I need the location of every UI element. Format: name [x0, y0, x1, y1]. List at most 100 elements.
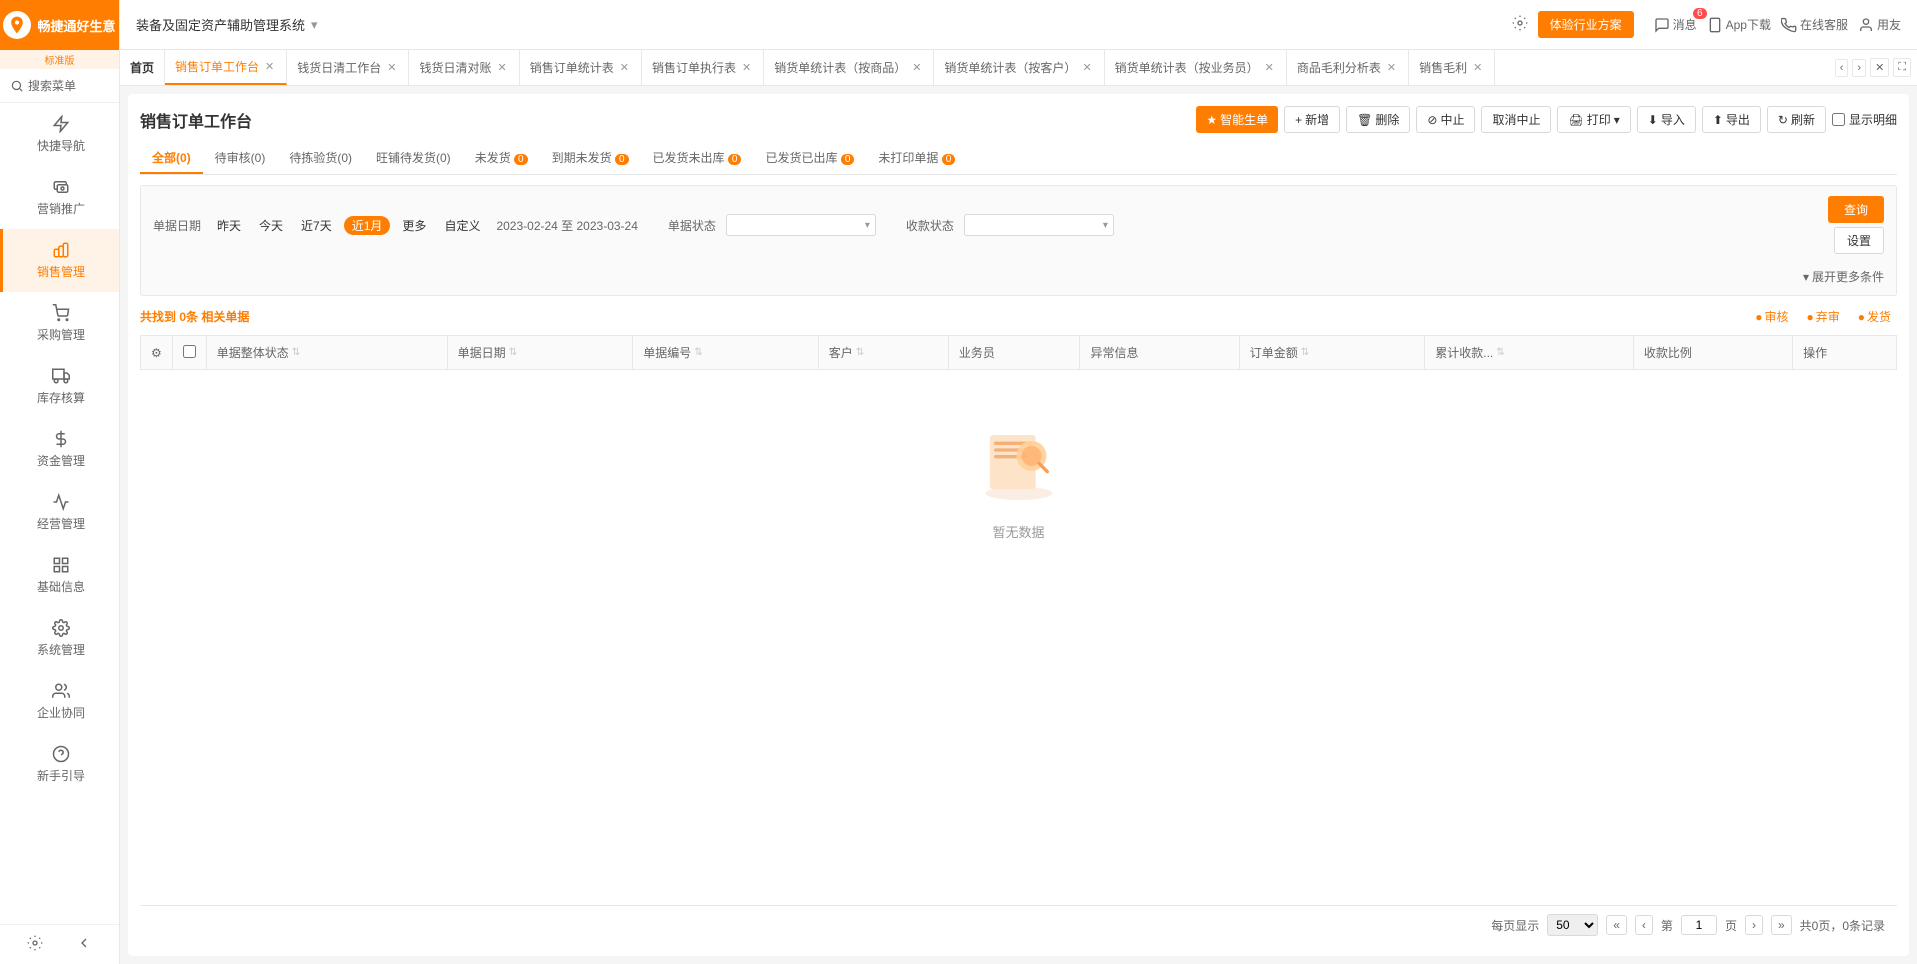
stop-button[interactable]: ⊘ 中止: [1416, 106, 1475, 133]
tab-cash-daily[interactable]: 钱货日清工作台 ✕: [287, 50, 409, 85]
sidebar-collapse-icon[interactable]: [76, 935, 92, 954]
select-all-checkbox[interactable]: [183, 345, 196, 358]
subtab-unshipped[interactable]: 未发货 0: [463, 143, 540, 174]
date-btn-1month[interactable]: 近1月: [344, 216, 391, 235]
tab-sales-summary-customer[interactable]: 销货单统计表（按客户） ✕: [934, 50, 1104, 85]
tab-cash-reconcile-close[interactable]: ✕: [496, 60, 509, 75]
next-page-btn[interactable]: ›: [1745, 915, 1763, 935]
sidebar-item-guide[interactable]: 新手引导: [0, 733, 119, 796]
sort-amount-icon[interactable]: ⇅: [1301, 347, 1309, 358]
last-page-btn[interactable]: »: [1771, 915, 1792, 935]
sort-collected-icon[interactable]: ⇅: [1496, 347, 1504, 358]
sidebar-item-operation[interactable]: 经营管理: [0, 481, 119, 544]
sort-date-icon[interactable]: ⇅: [509, 347, 517, 358]
tab-next-btn[interactable]: ›: [1852, 59, 1866, 77]
sidebar-item-purchase[interactable]: 采购管理: [0, 292, 119, 355]
first-page-btn[interactable]: «: [1606, 915, 1627, 935]
sidebar-item-marketing[interactable]: 营销推广: [0, 166, 119, 229]
tab-product-margin[interactable]: 商品毛利分析表 ✕: [1287, 50, 1409, 85]
show-detail-checkbox[interactable]: [1832, 113, 1845, 126]
tab-cash-reconcile[interactable]: 钱货日清对账 ✕: [409, 50, 519, 85]
tab-sales-order[interactable]: 销售订单工作台 ✕: [165, 50, 287, 85]
ship-btn[interactable]: ● 发货: [1852, 306, 1897, 327]
tab-summary-customer-close[interactable]: ✕: [1080, 60, 1093, 75]
tab-sales-profit-close[interactable]: ✕: [1471, 60, 1484, 75]
query-button[interactable]: 查询: [1828, 196, 1884, 223]
tab-close-all-btn[interactable]: ✕: [1870, 58, 1889, 77]
dropdown-arrow-icon[interactable]: ▾: [311, 17, 318, 33]
settings-icon-topbar[interactable]: [1512, 15, 1528, 34]
tab-prev-btn[interactable]: ‹: [1835, 59, 1849, 77]
prev-page-btn[interactable]: ‹: [1635, 915, 1653, 935]
app-download-btn[interactable]: App下载: [1707, 16, 1771, 33]
payment-status-select[interactable]: [964, 214, 1114, 236]
online-service-btn[interactable]: 在线客服: [1781, 16, 1848, 33]
page-size-select[interactable]: 50 100 200: [1547, 914, 1598, 936]
industry-solution-button[interactable]: 体验行业方案: [1538, 11, 1634, 38]
message-btn[interactable]: 6 消息: [1654, 16, 1697, 33]
subtab-shipped-out[interactable]: 已发货已出库 0: [753, 143, 866, 174]
date-btn-7days[interactable]: 近7天: [295, 215, 338, 236]
tab-sales-profit[interactable]: 销售毛利 ✕: [1409, 50, 1495, 85]
smart-order-button[interactable]: ★ 智能生单: [1196, 106, 1278, 133]
sidebar-item-inventory[interactable]: 库存核算: [0, 355, 119, 418]
print-button[interactable]: 🖨 打印 ▾: [1557, 106, 1630, 133]
tab-home[interactable]: 首页: [120, 50, 165, 85]
subtab-wangpu-ship[interactable]: 旺铺待发货(0): [364, 143, 463, 174]
doc-status-select[interactable]: [726, 214, 876, 236]
sidebar-item-system[interactable]: 系统管理: [0, 607, 119, 670]
sort-customer-icon[interactable]: ⇅: [856, 347, 864, 358]
setting-button[interactable]: 设置: [1834, 227, 1884, 254]
tab-sales-stats[interactable]: 销售订单统计表 ✕: [520, 50, 642, 85]
date-btn-more[interactable]: 更多: [396, 215, 432, 236]
system-label: 系统管理: [37, 641, 85, 658]
user-btn[interactable]: 用友: [1858, 16, 1901, 33]
subtab-pending-review[interactable]: 待审核(0): [203, 143, 278, 174]
tab-sales-summary-product[interactable]: 销货单统计表（按商品） ✕: [764, 50, 934, 85]
tab-summary-staff-close[interactable]: ✕: [1263, 60, 1276, 75]
sidebar-item-finance[interactable]: 资金管理: [0, 418, 119, 481]
subtab-all[interactable]: 全部(0): [140, 143, 203, 174]
sort-number-icon[interactable]: ⇅: [694, 347, 702, 358]
new-button[interactable]: + 新增: [1284, 106, 1340, 133]
sidebar-item-sales[interactable]: 销售管理: [0, 229, 119, 292]
quick-nav-label: 快捷导航: [37, 137, 85, 154]
subtab-shipped-not-in[interactable]: 已发货未出库 0: [641, 143, 754, 174]
refresh-button[interactable]: ↻ 刷新: [1767, 106, 1826, 133]
sidebar-item-quick-nav[interactable]: 快捷导航: [0, 103, 119, 166]
export-button[interactable]: ⬆ 导出: [1702, 106, 1761, 133]
subtabs: 全部(0) 待审核(0) 待拣验货(0) 旺铺待发货(0) 未发货 0 到期未发…: [140, 143, 1897, 175]
sidebar-item-basic[interactable]: 基础信息: [0, 544, 119, 607]
page-input[interactable]: [1681, 915, 1717, 935]
gear-icon[interactable]: ⚙: [151, 346, 162, 360]
date-btn-today[interactable]: 今天: [253, 215, 289, 236]
date-btn-yesterday[interactable]: 昨天: [211, 215, 247, 236]
sort-status-icon[interactable]: ⇅: [292, 347, 300, 358]
date-btn-custom[interactable]: 自定义: [438, 215, 486, 236]
sidebar-item-search[interactable]: 搜索菜单: [0, 69, 119, 103]
tab-expand-btn[interactable]: ⛶: [1893, 58, 1911, 77]
message-badge: 6: [1693, 8, 1707, 19]
delete-button[interactable]: 🗑 删除: [1346, 106, 1410, 133]
tab-sales-summary-staff[interactable]: 销货单统计表（按业务员） ✕: [1105, 50, 1287, 85]
unreviewed-btn[interactable]: ● 弃审: [1800, 306, 1845, 327]
expand-filter-btn[interactable]: ▾ 展开更多条件: [1803, 268, 1884, 285]
tab-summary-product-close[interactable]: ✕: [910, 60, 923, 75]
tab-sales-exec[interactable]: 销售订单执行表 ✕: [642, 50, 764, 85]
tab-sales-stats-close[interactable]: ✕: [618, 60, 631, 75]
sidebar-settings-icon[interactable]: [27, 935, 43, 954]
import-icon: ⬇: [1648, 113, 1658, 127]
import-button[interactable]: ⬇ 导入: [1637, 106, 1696, 133]
subtab-unprinted[interactable]: 未打印单据 0: [866, 143, 967, 174]
cancel-stop-button[interactable]: 取消中止: [1481, 106, 1551, 133]
tab-sales-exec-close[interactable]: ✕: [740, 60, 753, 75]
show-detail-checkbox-label[interactable]: 显示明细: [1832, 111, 1897, 128]
tab-cash-daily-close[interactable]: ✕: [385, 60, 398, 75]
subtab-overdue-unshipped[interactable]: 到期未发货 0: [540, 143, 641, 174]
review-btn[interactable]: ● 审核: [1749, 306, 1794, 327]
tab-product-margin-close[interactable]: ✕: [1385, 60, 1398, 75]
tab-nav-area: ‹ › ✕ ⛶: [1829, 58, 1917, 77]
tab-sales-order-close[interactable]: ✕: [263, 59, 276, 74]
subtab-pending-inspect[interactable]: 待拣验货(0): [277, 143, 364, 174]
sidebar-item-enterprise[interactable]: 企业协同: [0, 670, 119, 733]
